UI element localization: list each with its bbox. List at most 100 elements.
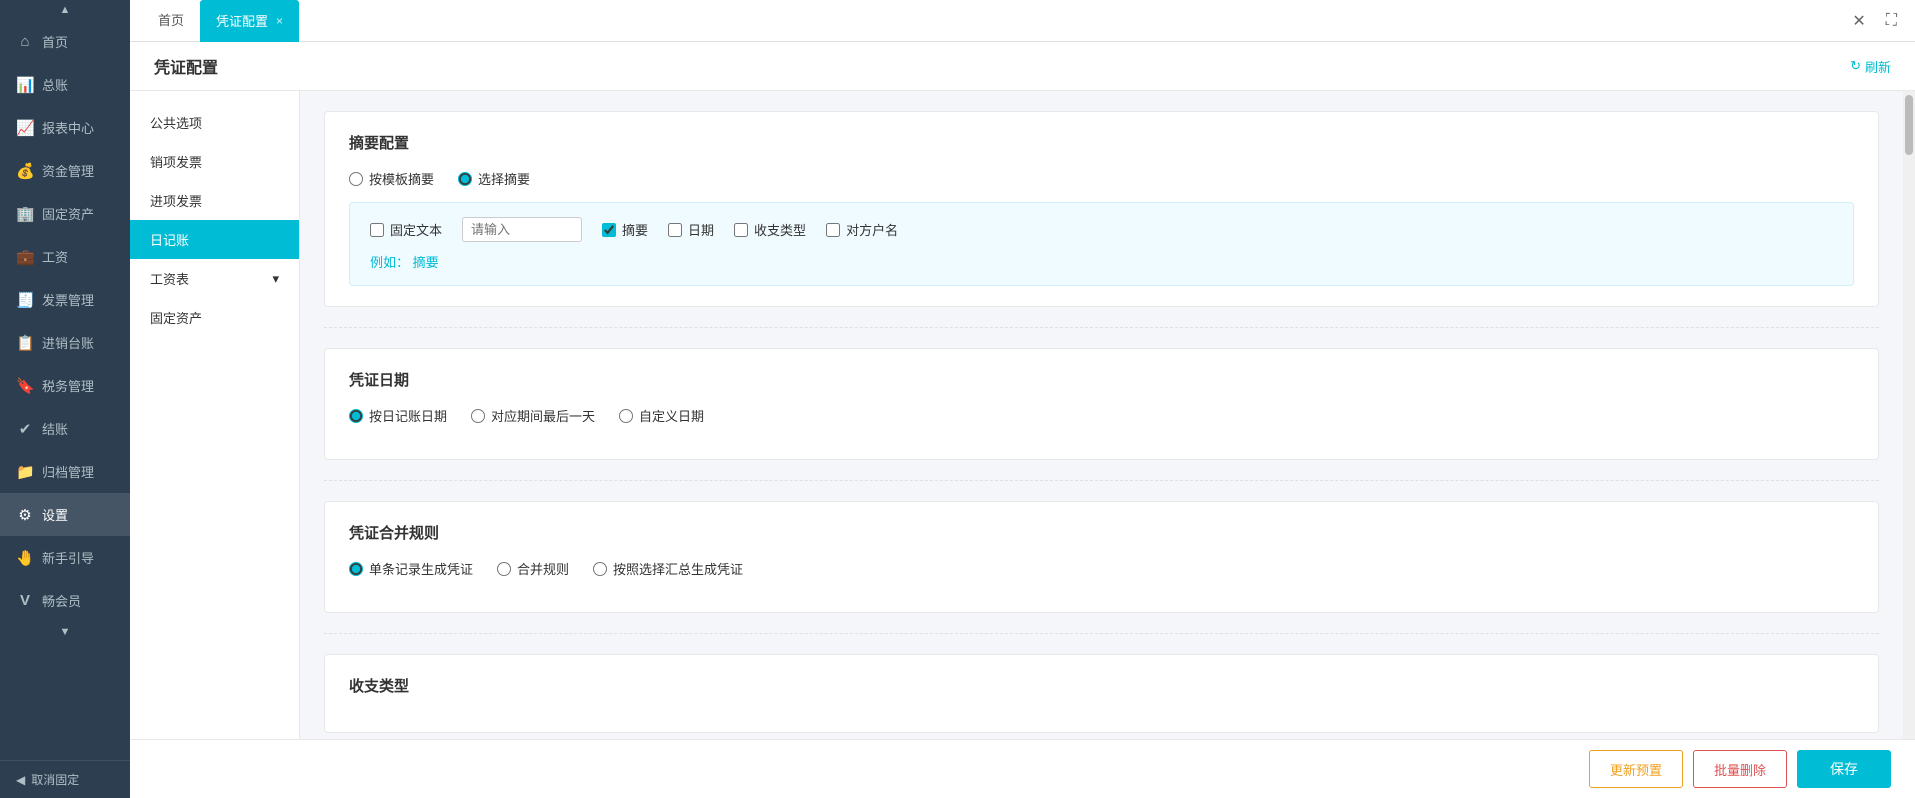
tab-voucher-config[interactable]: 凭证配置 × — [200, 0, 299, 42]
radio-journal-date-label: 按日记账日期 — [369, 406, 447, 425]
closing-icon: ✔ — [16, 420, 34, 438]
merge-rules-radio-group: 单条记录生成凭证 合并规则 按照选择汇总生成凭证 — [349, 559, 1854, 578]
nav-item-sales-invoice-label: 销项发票 — [150, 152, 202, 171]
nav-item-sales-invoice[interactable]: 销项发票 — [130, 142, 299, 181]
refresh-button[interactable]: ↻ 刷新 — [1850, 57, 1891, 76]
merge-rules-title: 凭证合并规则 — [349, 522, 1854, 543]
radio-journal-date[interactable]: 按日记账日期 — [349, 406, 447, 425]
checkbox-summary[interactable]: 摘要 — [602, 220, 648, 239]
sidebar-item-tax[interactable]: 🔖 税务管理 — [0, 364, 130, 407]
save-button[interactable]: 保存 — [1797, 750, 1891, 788]
radio-merge-rule[interactable]: 合并规则 — [497, 559, 569, 578]
nav-item-public[interactable]: 公共选项 — [130, 103, 299, 142]
archive-icon: 📁 — [16, 463, 34, 481]
nav-item-journal[interactable]: 日记账 — [130, 220, 299, 259]
fixed-text-input[interactable] — [462, 217, 582, 242]
sidebar-item-label: 进销台账 — [42, 333, 94, 352]
chevron-down-icon: ▾ — [272, 271, 279, 287]
income-type-section: 收支类型 — [324, 654, 1879, 733]
checkbox-fixed-text-input[interactable] — [370, 223, 384, 237]
sidebar-item-member[interactable]: V 畅会员 — [0, 579, 130, 622]
sidebar-item-funds[interactable]: 💰 资金管理 — [0, 149, 130, 192]
sidebar-item-archive[interactable]: 📁 归档管理 — [0, 450, 130, 493]
nav-item-purchase-invoice-label: 进项发票 — [150, 191, 202, 210]
cancel-fixed-label: 取消固定 — [31, 771, 79, 788]
left-nav: 公共选项 销项发票 进项发票 日记账 工资表 ▾ 固定资产 — [130, 91, 300, 739]
fullscreen-button[interactable]: ⛶ — [1880, 8, 1903, 34]
radio-select-input[interactable] — [458, 172, 472, 186]
nav-item-payroll-table-label: 工资表 — [150, 269, 189, 288]
cancel-fixed-button[interactable]: ◀ 取消固定 — [0, 760, 130, 798]
refresh-label: 刷新 — [1865, 57, 1891, 76]
checkbox-summary-label: 摘要 — [622, 220, 648, 239]
checkbox-summary-input[interactable] — [602, 223, 616, 237]
sidebar-item-label: 新手引导 — [42, 548, 94, 567]
radio-last-day[interactable]: 对应期间最后一天 — [471, 406, 595, 425]
checkbox-counterparty[interactable]: 对方户名 — [826, 220, 898, 239]
nav-item-public-label: 公共选项 — [150, 113, 202, 132]
checkbox-fixed-text[interactable]: 固定文本 — [370, 220, 442, 239]
sidebar-scroll-down[interactable]: ▼ — [0, 622, 130, 642]
radio-custom-date[interactable]: 自定义日期 — [619, 406, 704, 425]
sidebar-item-reports[interactable]: 📈 报表中心 — [0, 106, 130, 149]
sidebar-item-label: 报表中心 — [42, 118, 94, 137]
summary-config-box: 固定文本 摘要 日期 — [349, 202, 1854, 286]
ledger-icon: 📊 — [16, 76, 34, 94]
sidebar-scroll-up[interactable]: ▲ — [0, 0, 130, 20]
update-preview-button[interactable]: 更新预置 — [1589, 750, 1683, 788]
radio-custom-date-input[interactable] — [619, 409, 633, 423]
close-window-button[interactable]: ✕ — [1846, 7, 1871, 35]
radio-single-record-input[interactable] — [349, 562, 363, 576]
sidebar-item-ledger[interactable]: 📊 总账 — [0, 63, 130, 106]
sidebar-item-label: 首页 — [42, 32, 68, 51]
radio-journal-date-input[interactable] — [349, 409, 363, 423]
batch-delete-button[interactable]: 批量删除 — [1693, 750, 1787, 788]
merge-rules-section: 凭证合并规则 单条记录生成凭证 合并规则 按照选择汇总生成凭证 — [324, 501, 1879, 613]
voucher-date-title: 凭证日期 — [349, 369, 1854, 390]
nav-item-fixed-assets[interactable]: 固定资产 — [130, 298, 299, 337]
sidebar-item-payroll[interactable]: 💼 工资 — [0, 235, 130, 278]
body-layout: 公共选项 销项发票 进项发票 日记账 工资表 ▾ 固定资产 — [130, 91, 1915, 739]
radio-single-record[interactable]: 单条记录生成凭证 — [349, 559, 473, 578]
sidebar-item-label: 总账 — [42, 75, 68, 94]
sidebar-item-label: 畅会员 — [42, 591, 81, 610]
divider-1 — [324, 327, 1879, 328]
member-icon: V — [16, 592, 34, 609]
sidebar-item-guide[interactable]: 🤚 新手引导 — [0, 536, 130, 579]
checkbox-income-type-input[interactable] — [734, 223, 748, 237]
sidebar-item-assets[interactable]: 🏢 固定资产 — [0, 192, 130, 235]
checkbox-counterparty-input[interactable] — [826, 223, 840, 237]
tab-home[interactable]: 首页 — [142, 0, 200, 42]
sidebar-item-label: 发票管理 — [42, 290, 94, 309]
nav-item-purchase-invoice[interactable]: 进项发票 — [130, 181, 299, 220]
radio-template-input[interactable] — [349, 172, 363, 186]
sidebar-item-closing[interactable]: ✔ 结账 — [0, 407, 130, 450]
sidebar-item-label: 资金管理 — [42, 161, 94, 180]
nav-item-journal-label: 日记账 — [150, 230, 189, 249]
radio-last-day-input[interactable] — [471, 409, 485, 423]
radio-template-summary[interactable]: 按模板摘要 — [349, 169, 434, 188]
sidebar-item-purchase-sales[interactable]: 📋 进销台账 — [0, 321, 130, 364]
radio-select-merge-label: 按照选择汇总生成凭证 — [613, 559, 743, 578]
checkbox-date-input[interactable] — [668, 223, 682, 237]
radio-merge-rule-label: 合并规则 — [517, 559, 569, 578]
sidebar-item-home[interactable]: ⌂ 首页 — [0, 20, 130, 63]
sidebar-item-settings[interactable]: ⚙ 设置 — [0, 493, 130, 536]
radio-last-day-label: 对应期间最后一天 — [491, 406, 595, 425]
sidebar-item-invoice-mgmt[interactable]: 🧾 发票管理 — [0, 278, 130, 321]
nav-item-payroll-table[interactable]: 工资表 ▾ — [130, 259, 299, 298]
funds-icon: 💰 — [16, 162, 34, 180]
reports-icon: 📈 — [16, 119, 34, 137]
radio-merge-rule-input[interactable] — [497, 562, 511, 576]
page-header: 凭证配置 ↻ 刷新 — [130, 42, 1915, 91]
scroll-indicator[interactable] — [1903, 91, 1915, 739]
radio-select-merge[interactable]: 按照选择汇总生成凭证 — [593, 559, 743, 578]
radio-select-merge-input[interactable] — [593, 562, 607, 576]
checkbox-income-type-label: 收支类型 — [754, 220, 806, 239]
settings-icon: ⚙ — [16, 506, 34, 524]
checkbox-income-type[interactable]: 收支类型 — [734, 220, 806, 239]
radio-select-summary[interactable]: 选择摘要 — [458, 169, 530, 188]
radio-single-record-label: 单条记录生成凭证 — [369, 559, 473, 578]
checkbox-date[interactable]: 日期 — [668, 220, 714, 239]
tab-close-icon[interactable]: × — [276, 14, 283, 28]
